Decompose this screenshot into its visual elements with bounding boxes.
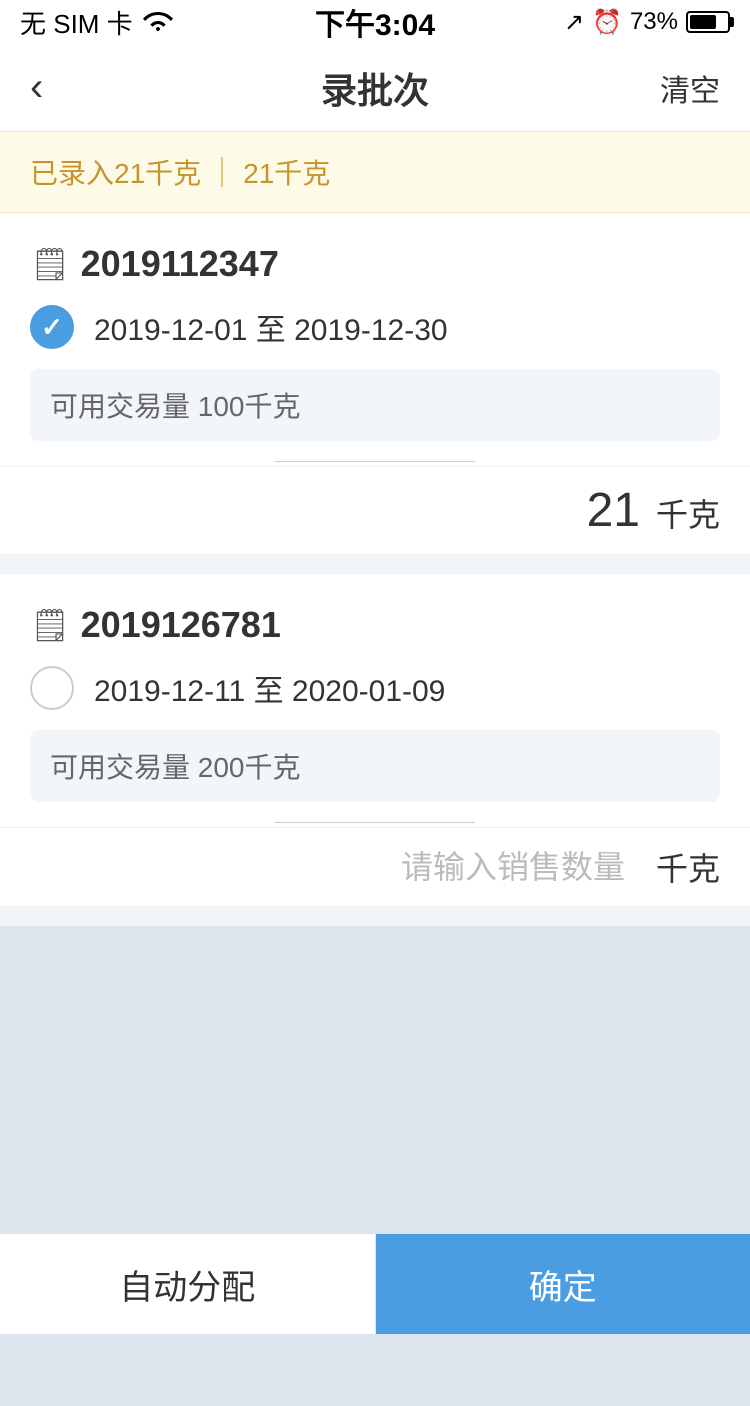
- batch-2-date: 2019-12-11 至 2020-01-09: [94, 666, 445, 710]
- batch-1-amount-value: 21: [587, 483, 640, 538]
- alarm-icon: ⏰: [592, 8, 622, 37]
- status-right: ↗ ⏰ 73%: [564, 8, 730, 37]
- batch-2-radio[interactable]: [30, 666, 74, 710]
- back-button[interactable]: ‹: [30, 65, 90, 110]
- batch-1-radio[interactable]: [30, 305, 74, 349]
- divider-2: [0, 822, 750, 823]
- status-bar: 无 SIM 卡 下午3:04 ↗ ⏰ 73%: [0, 0, 750, 44]
- gray-area: [0, 926, 750, 1406]
- battery-percent: 73%: [630, 8, 678, 36]
- status-time: 下午3:04: [315, 0, 435, 44]
- divider-1: [0, 461, 750, 462]
- nav-bar: ‹ 录批次 清空: [0, 44, 750, 132]
- batch-1-id: 2019112347: [81, 243, 279, 285]
- info-recorded: 已录入21千克: [30, 152, 201, 192]
- batch-1-icon: 🗒: [30, 245, 71, 283]
- batch-2-unit: 千克: [656, 844, 720, 890]
- wifi-icon: [143, 7, 173, 38]
- batch-1-header: 🗒 2019112347: [0, 213, 750, 295]
- batch-1-available: 可用交易量 100千克: [30, 369, 720, 441]
- batch-1-date-row: 2019-12-01 至 2019-12-30: [0, 295, 750, 359]
- batch-2-icon: 🗒: [30, 606, 71, 644]
- confirm-button[interactable]: 确定: [376, 1234, 750, 1334]
- batch-1-amount-unit: 千克: [656, 490, 720, 536]
- clear-button[interactable]: 清空: [660, 66, 720, 110]
- batch-2-header: 🗒 2019126781: [0, 574, 750, 656]
- batch-1-date: 2019-12-01 至 2019-12-30: [94, 305, 448, 349]
- info-value: 21千克: [243, 152, 330, 192]
- qty-input[interactable]: [340, 849, 640, 886]
- battery-icon: [686, 11, 730, 33]
- auto-distribute-button[interactable]: 自动分配: [0, 1234, 375, 1334]
- page-title: 录批次: [321, 62, 429, 114]
- location-icon: ↗: [564, 8, 584, 37]
- carrier-text: 无 SIM 卡: [20, 4, 133, 41]
- info-divider: [221, 157, 223, 187]
- batch-1-amount-row: 21 千克: [0, 466, 750, 554]
- batch-2-available: 可用交易量 200千克: [30, 730, 720, 802]
- batch-2-id: 2019126781: [81, 604, 281, 646]
- batch-2-date-row: 2019-12-11 至 2020-01-09: [0, 656, 750, 720]
- batch-2-input-row: 千克: [0, 827, 750, 906]
- batch-2-card: 🗒 2019126781 2019-12-11 至 2020-01-09 可用交…: [0, 574, 750, 906]
- bottom-bar: 自动分配 确定: [0, 1234, 750, 1334]
- status-left: 无 SIM 卡: [20, 4, 173, 41]
- batch-1-card: 🗒 2019112347 2019-12-01 至 2019-12-30 可用交…: [0, 213, 750, 554]
- info-banner: 已录入21千克 21千克: [0, 132, 750, 213]
